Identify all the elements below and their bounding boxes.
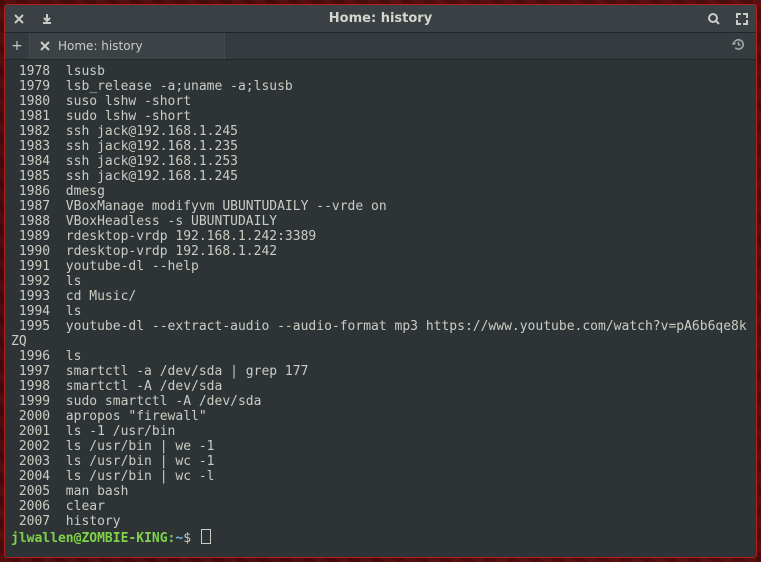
tab-label: Home: history — [58, 39, 143, 53]
history-line: 1990 rdesktop-vrdp 192.168.1.242 — [11, 244, 750, 259]
history-line: 1986 dmesg — [11, 184, 750, 199]
history-line: 1979 lsb_release -a;uname -a;lsusb — [11, 79, 750, 94]
history-line: 1999 sudo smartctl -A /dev/sda — [11, 394, 750, 409]
close-icon[interactable] — [11, 11, 27, 27]
history-line: 2004 ls /usr/bin | wc -l — [11, 469, 750, 484]
history-line: 2000 apropos "firewall" — [11, 409, 750, 424]
cursor — [201, 529, 211, 544]
history-line: 1984 ssh jack@192.168.1.253 — [11, 154, 750, 169]
history-line: 1989 rdesktop-vrdp 192.168.1.242:3389 — [11, 229, 750, 244]
history-line: 1988 VBoxHeadless -s UBUNTUDAILY — [11, 214, 750, 229]
terminal-window: Home: history + Home: history — [4, 4, 757, 558]
history-line: 1992 ls — [11, 274, 750, 289]
prompt-symbol: $ — [183, 531, 199, 546]
history-line: 1991 youtube-dl --help — [11, 259, 750, 274]
maximize-icon[interactable] — [734, 11, 750, 27]
tab-bar: + Home: history — [5, 33, 756, 60]
history-line: 1980 suso lshw -short — [11, 94, 750, 109]
window-title: Home: history — [55, 11, 706, 26]
search-icon[interactable] — [706, 11, 722, 27]
history-line: 2006 clear — [11, 499, 750, 514]
prompt-user: jlwallen@ZOMBIE-KING — [11, 531, 168, 546]
prompt-line[interactable]: jlwallen@ZOMBIE-KING:~$ — [11, 529, 750, 546]
new-tab-button[interactable]: + — [5, 33, 30, 59]
history-line: 2007 history — [11, 514, 750, 529]
window-titlebar[interactable]: Home: history — [5, 5, 756, 33]
history-line: 2005 man bash — [11, 484, 750, 499]
download-icon[interactable] — [39, 11, 55, 27]
tab-close-icon[interactable] — [40, 41, 50, 51]
history-line: 1981 sudo lshw -short — [11, 109, 750, 124]
history-line: 1994 ls — [11, 304, 750, 319]
history-line: 1978 lsusb — [11, 64, 750, 79]
terminal-area[interactable]: 1978 lsusb 1979 lsb_release -a;uname -a;… — [5, 60, 756, 557]
history-line: 1985 ssh jack@192.168.1.245 — [11, 169, 750, 184]
history-line: 2001 ls -1 /usr/bin — [11, 424, 750, 439]
tab-home-history[interactable]: Home: history — [30, 33, 225, 59]
history-line: 1997 smartctl -a /dev/sda | grep 177 — [11, 364, 750, 379]
history-line: 2003 ls /usr/bin | wc -1 — [11, 454, 750, 469]
history-line: 1993 cd Music/ — [11, 289, 750, 304]
history-line: 1987 VBoxManage modifyvm UBUNTUDAILY --v… — [11, 199, 750, 214]
history-icon[interactable] — [731, 37, 746, 55]
history-line: 1996 ls — [11, 349, 750, 364]
history-line: 1998 smartctl -A /dev/sda — [11, 379, 750, 394]
history-line: 2002 ls /usr/bin | we -1 — [11, 439, 750, 454]
history-line: 1983 ssh jack@192.168.1.235 — [11, 139, 750, 154]
history-line: 1982 ssh jack@192.168.1.245 — [11, 124, 750, 139]
history-line: 1995 youtube-dl --extract-audio --audio-… — [11, 319, 750, 349]
